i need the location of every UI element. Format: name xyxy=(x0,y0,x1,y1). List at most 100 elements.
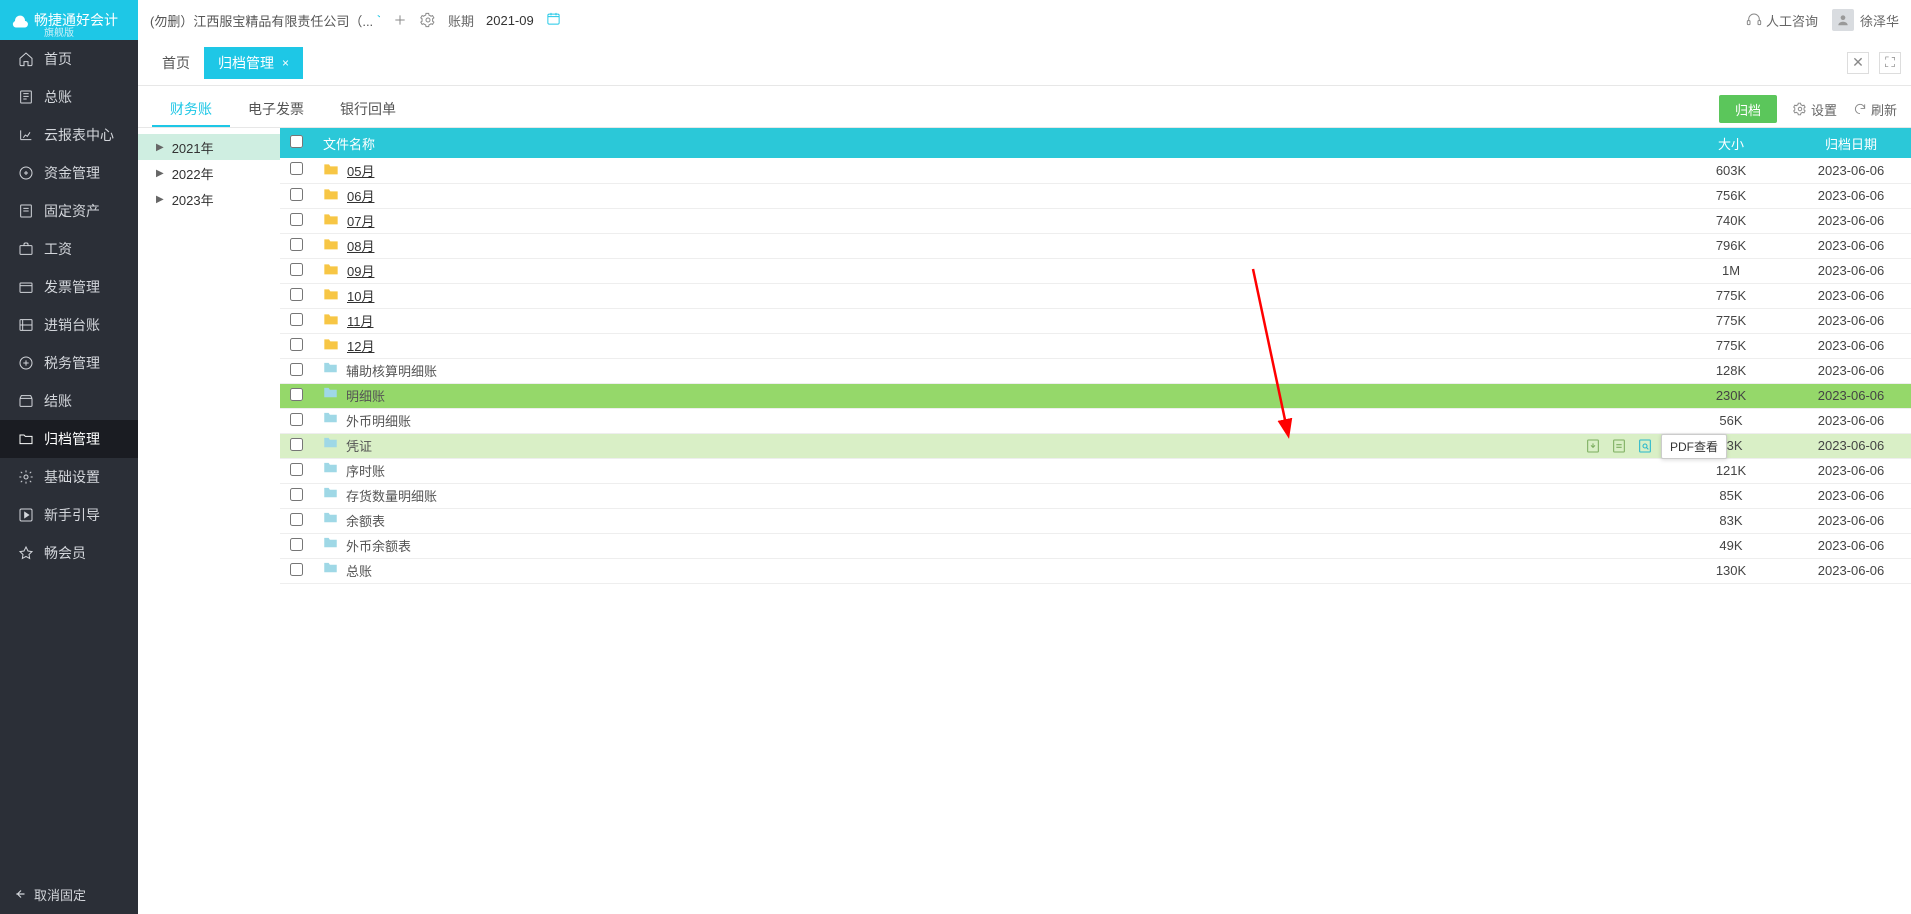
file-name: 总账 xyxy=(346,564,372,579)
sidebar-item-fund[interactable]: 资金管理 xyxy=(0,154,138,192)
row-checkbox[interactable] xyxy=(290,288,303,301)
period-value[interactable]: 2021-09 xyxy=(486,13,534,28)
file-name: 序时账 xyxy=(346,464,385,479)
user-menu[interactable]: 徐泽华 xyxy=(1832,9,1899,31)
table-row[interactable]: 辅助核算明细账128K2023-06-06 xyxy=(280,358,1911,383)
sub-tab[interactable]: 财务账 xyxy=(152,91,230,127)
fullscreen-icon[interactable]: ⛶ xyxy=(1879,52,1901,74)
row-checkbox[interactable] xyxy=(290,313,303,326)
calendar-icon[interactable] xyxy=(546,11,561,29)
table-row[interactable]: 外币余额表49K2023-06-06 xyxy=(280,533,1911,558)
table-row[interactable]: 存货数量明细账85K2023-06-06 xyxy=(280,483,1911,508)
pdf-view-icon[interactable] xyxy=(1635,436,1655,456)
gear-icon[interactable] xyxy=(420,12,436,28)
row-checkbox[interactable] xyxy=(290,338,303,351)
row-checkbox[interactable] xyxy=(290,563,303,576)
sidebar-item-ledger[interactable]: 总账 xyxy=(0,78,138,116)
page-tab[interactable]: 归档管理× xyxy=(204,47,303,79)
close-icon[interactable]: × xyxy=(282,47,289,79)
table-row[interactable]: 09月1M2023-06-06 xyxy=(280,258,1911,283)
sidebar-item-settings[interactable]: 基础设置 xyxy=(0,458,138,496)
table-row[interactable]: 05月603K2023-06-06 xyxy=(280,158,1911,183)
folder-icon xyxy=(323,162,339,176)
chevron-down-icon: ﹀ xyxy=(377,11,380,30)
table-row[interactable]: 外币明细账56K2023-06-06 xyxy=(280,408,1911,433)
sidebar-item-file[interactable]: 归档管理 xyxy=(0,420,138,458)
table-row[interactable]: 07月740K2023-06-06 xyxy=(280,208,1911,233)
sidebar-item-tax[interactable]: 税务管理 xyxy=(0,344,138,382)
sidebar-item-member[interactable]: 畅会员 xyxy=(0,534,138,572)
sidebar-item-psi[interactable]: 进销台账 xyxy=(0,306,138,344)
file-name[interactable]: 06月 xyxy=(347,189,374,204)
row-checkbox[interactable] xyxy=(290,162,303,175)
sub-tab[interactable]: 电子发票 xyxy=(230,91,322,127)
row-checkbox[interactable] xyxy=(290,388,303,401)
row-checkbox[interactable] xyxy=(290,238,303,251)
briefcase-icon xyxy=(18,241,34,257)
year-item[interactable]: ▶2022年 xyxy=(138,160,280,186)
file-size: 85K xyxy=(1671,483,1791,508)
sidebar-item-close[interactable]: 结账 xyxy=(0,382,138,420)
file-date: 2023-06-06 xyxy=(1791,283,1911,308)
sub-tab[interactable]: 银行回单 xyxy=(322,91,414,127)
download-pdf-icon[interactable] xyxy=(1609,436,1629,456)
year-item[interactable]: ▶2023年 xyxy=(138,186,280,212)
row-checkbox[interactable] xyxy=(290,488,303,501)
sidebar-item-asset[interactable]: 固定资产 xyxy=(0,192,138,230)
sidebar-item-report[interactable]: 云报表中心 xyxy=(0,116,138,154)
file-name: 凭证 xyxy=(346,439,372,454)
sidebar-item-label: 总账 xyxy=(44,87,72,107)
file-size: 128K xyxy=(1671,358,1791,383)
pdf-view-tooltip: PDF查看 xyxy=(1661,434,1727,459)
download-xml-icon[interactable] xyxy=(1583,436,1603,456)
settings-link[interactable]: 设置 xyxy=(1793,100,1837,119)
archive-button[interactable]: 归档 xyxy=(1719,95,1777,123)
row-checkbox[interactable] xyxy=(290,263,303,276)
row-checkbox[interactable] xyxy=(290,463,303,476)
file-name[interactable]: 07月 xyxy=(347,214,374,229)
file-name[interactable]: 11月 xyxy=(347,314,374,329)
add-icon[interactable] xyxy=(392,12,408,28)
row-checkbox[interactable] xyxy=(290,213,303,226)
file-name: 余额表 xyxy=(346,514,385,529)
file-icon xyxy=(323,436,338,451)
support-link[interactable]: 人工咨询 xyxy=(1746,11,1818,30)
file-date: 2023-06-06 xyxy=(1791,308,1911,333)
row-checkbox[interactable] xyxy=(290,188,303,201)
row-checkbox[interactable] xyxy=(290,413,303,426)
close-tab-icon[interactable]: ✕ xyxy=(1847,52,1869,74)
file-icon xyxy=(323,461,338,476)
row-checkbox[interactable] xyxy=(290,438,303,451)
sidebar-unpin[interactable]: 取消固定 xyxy=(0,874,138,914)
file-name[interactable]: 12月 xyxy=(347,339,374,354)
refresh-link[interactable]: 刷新 xyxy=(1853,100,1897,119)
file-name[interactable]: 05月 xyxy=(347,164,374,179)
table-row[interactable]: 余额表83K2023-06-06 xyxy=(280,508,1911,533)
wallet-icon xyxy=(18,165,34,181)
file-name[interactable]: 10月 xyxy=(347,289,374,304)
row-checkbox[interactable] xyxy=(290,513,303,526)
sidebar-item-guide[interactable]: 新手引导 xyxy=(0,496,138,534)
table-row[interactable]: 总账130K2023-06-06 xyxy=(280,558,1911,583)
file-name[interactable]: 08月 xyxy=(347,239,374,254)
sidebar-item-invoice[interactable]: 发票管理 xyxy=(0,268,138,306)
file-icon xyxy=(323,386,338,401)
table-row[interactable]: 08月796K2023-06-06 xyxy=(280,233,1911,258)
sidebar-item-home[interactable]: 首页 xyxy=(0,40,138,78)
table-row[interactable]: 12月775K2023-06-06 xyxy=(280,333,1911,358)
row-checkbox[interactable] xyxy=(290,538,303,551)
table-row[interactable]: 序时账121K2023-06-06 xyxy=(280,458,1911,483)
select-all-checkbox[interactable] xyxy=(290,135,303,148)
table-row[interactable]: 06月756K2023-06-06 xyxy=(280,183,1911,208)
table-row[interactable]: 10月775K2023-06-06 xyxy=(280,283,1911,308)
row-checkbox[interactable] xyxy=(290,363,303,376)
table-row[interactable]: 明细账230K2023-06-06 xyxy=(280,383,1911,408)
year-item[interactable]: ▶2021年 xyxy=(138,134,280,160)
page-tab[interactable]: 首页 xyxy=(148,47,204,79)
vip-icon xyxy=(18,545,34,561)
file-icon xyxy=(323,536,338,551)
table-row[interactable]: 11月775K2023-06-06 xyxy=(280,308,1911,333)
company-selector[interactable]: (勿删）江西服宝精品有限责任公司（... ﹀ xyxy=(150,11,380,30)
file-name[interactable]: 09月 xyxy=(347,264,374,279)
sidebar-item-salary[interactable]: 工资 xyxy=(0,230,138,268)
